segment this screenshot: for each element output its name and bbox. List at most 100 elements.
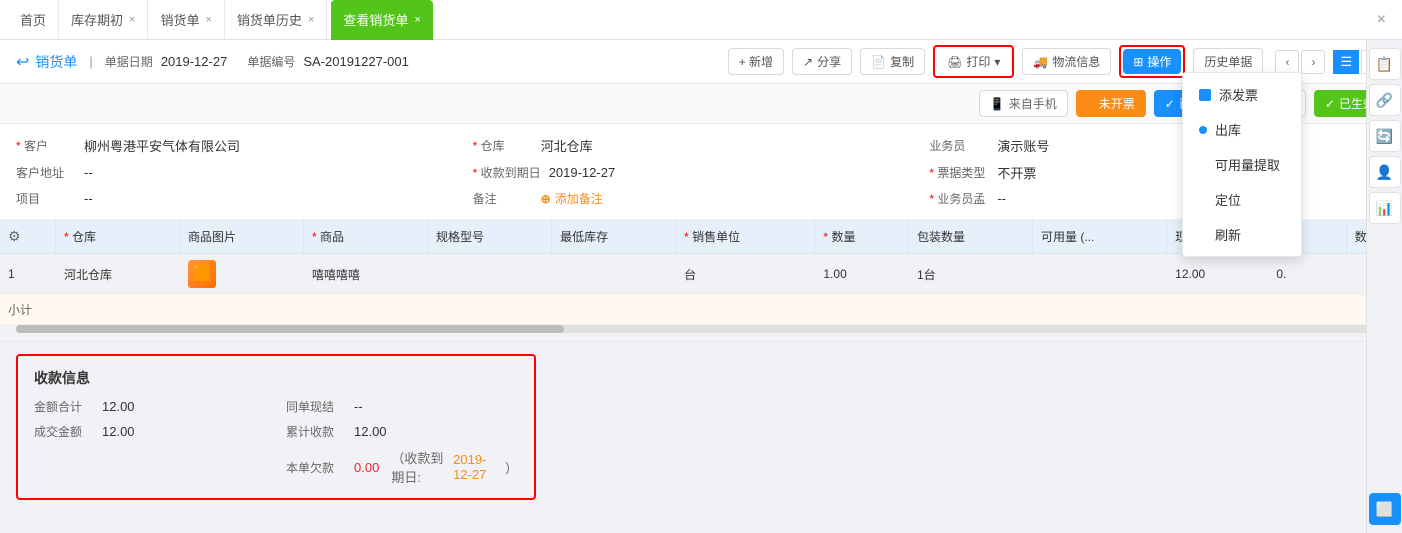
tab-home[interactable]: 首页: [8, 0, 59, 40]
sidebar-link-icon[interactable]: 🔗: [1369, 84, 1401, 116]
outbound-item[interactable]: 出库: [1183, 112, 1301, 147]
payment-section: 收款信息 金额合计 12.00 成交金额 12.00 同单现结 -- 累计收款 …: [16, 354, 536, 500]
doc-type: ↩ 销货单: [16, 52, 77, 72]
row-min-stock: [552, 254, 676, 295]
date-label: 单据日期: [105, 53, 153, 70]
add-note-button[interactable]: ⊕ 添加备注: [541, 190, 603, 207]
new-button[interactable]: + 新增: [728, 48, 784, 75]
list-view-button[interactable]: ☰: [1333, 50, 1359, 74]
history-button[interactable]: 历史单据: [1193, 48, 1263, 75]
project-label: 项目: [16, 190, 76, 207]
due-label: 本单欠款: [286, 459, 346, 476]
sidebar-rotate-icon[interactable]: 🔄: [1369, 120, 1401, 152]
payment-title: 收款信息: [34, 368, 518, 388]
due-row: 本单欠款 0.00 （收款到期日: 2019-12-27）: [286, 448, 518, 486]
sidebar-user-icon[interactable]: 👤: [1369, 156, 1401, 188]
window-close-button[interactable]: ×: [1369, 11, 1394, 29]
col-unit: 销售单位: [676, 220, 815, 254]
row-img: 🟧: [179, 254, 303, 295]
gear-icon: ⚙: [8, 228, 21, 244]
payment-date-label: 收款到期日: [473, 164, 541, 181]
invoice-icon: [1199, 89, 1211, 101]
cumulative-label: 累计收款: [286, 423, 346, 440]
settlement-label: 同单现结: [286, 398, 346, 415]
close-tab-history[interactable]: ×: [308, 14, 314, 26]
tab-sales[interactable]: 销货单 ×: [148, 0, 224, 40]
right-sidebar: 📋 🔗 🔄 👤 📊 ⬜: [1366, 40, 1402, 533]
customer-label: 客户: [16, 137, 76, 154]
sidebar-expand-icon[interactable]: ⬜: [1369, 493, 1401, 525]
row-index: 1: [0, 254, 55, 295]
warehouse-value: 河北仓库: [541, 136, 593, 155]
address-value: --: [84, 165, 93, 180]
operate-highlight: ⊞ 操作: [1119, 45, 1185, 78]
col-product: 商品: [304, 220, 428, 254]
row-current: 12.00: [1167, 254, 1268, 295]
tab-inventory[interactable]: 库存期初 ×: [59, 0, 148, 40]
col-warehouse: 仓库: [55, 220, 179, 254]
plus-icon: ⊕: [541, 192, 551, 206]
print-icon: 🖨: [947, 55, 962, 69]
address-row: 客户地址 --: [16, 159, 473, 186]
subtotal-label: 小计: [0, 295, 1402, 325]
refresh-item[interactable]: 刷新: [1183, 217, 1301, 252]
logistics-button[interactable]: 🚚 物流信息: [1022, 48, 1111, 75]
staff-value: 演示账号: [997, 136, 1049, 155]
scrollbar-thumb: [16, 325, 564, 333]
note-row: 备注 ⊕ 添加备注: [473, 186, 930, 211]
close-tab-sales[interactable]: ×: [205, 14, 211, 26]
operate-dropdown: 添发票 出库 可用量提取 定位 刷新: [1182, 72, 1302, 257]
prev-button[interactable]: ‹: [1275, 50, 1299, 74]
sidebar-edit-icon[interactable]: 📋: [1369, 48, 1401, 80]
close-tab-view-sales[interactable]: ×: [414, 14, 420, 26]
settlement-value: --: [354, 399, 363, 414]
salesman-value: --: [997, 191, 1006, 206]
operate-button[interactable]: ⊞ 操作: [1123, 49, 1181, 74]
row-product: 嘻嘻嘻嘻: [304, 254, 428, 295]
ticket-label: 票据类型: [929, 164, 989, 181]
share-button[interactable]: ↗ 分享: [792, 48, 852, 75]
cumulative-row: 累计收款 12.00: [286, 423, 518, 440]
col-pkg: 包装数量: [908, 220, 1032, 254]
truck-icon: 🚚: [1033, 55, 1048, 69]
project-row: 项目 --: [16, 186, 473, 211]
col-settings[interactable]: ⚙: [0, 220, 55, 254]
horizontal-scrollbar[interactable]: [16, 325, 1386, 333]
next-button[interactable]: ›: [1301, 50, 1325, 74]
not-open-button[interactable]: 未开票: [1076, 90, 1146, 117]
due-note-paren: （收款到期日:: [391, 448, 445, 486]
row-unit: 台: [676, 254, 815, 295]
outbound-dot: [1199, 126, 1207, 134]
add-invoice-item[interactable]: 添发票: [1183, 77, 1301, 112]
share-icon: ↗: [803, 55, 813, 69]
sales-order-icon: ↩: [16, 52, 29, 72]
warehouse-row: 仓库 河北仓库: [473, 132, 930, 159]
payment-left: 金额合计 12.00 成交金额 12.00: [34, 398, 266, 486]
transaction-value: 12.00: [102, 424, 135, 439]
check-icon: ✓: [1165, 97, 1175, 111]
staff-row: 业务员 演示账号: [929, 132, 1386, 159]
warehouse-label: 仓库: [473, 137, 533, 154]
close-tab-inventory[interactable]: ×: [129, 14, 135, 26]
available-qty-item[interactable]: 可用量提取: [1183, 147, 1301, 182]
copy-button[interactable]: 📄 复制: [860, 48, 925, 75]
project-value: --: [84, 191, 93, 206]
orange-dot: [1087, 100, 1095, 108]
locate-item[interactable]: 定位: [1183, 182, 1301, 217]
cumulative-value: 12.00: [354, 424, 387, 439]
tab-history[interactable]: 销货单历史 ×: [225, 0, 327, 40]
payment-grid: 金额合计 12.00 成交金额 12.00 同单现结 -- 累计收款 12.00…: [34, 398, 518, 486]
address-label: 客户地址: [16, 164, 76, 181]
number-label: 单据编号: [247, 53, 295, 70]
sidebar-chart-icon[interactable]: 📊: [1369, 192, 1401, 224]
dropdown-arrow: ▾: [994, 55, 1000, 69]
from-phone-button[interactable]: 📱 来自手机: [979, 90, 1068, 117]
print-button[interactable]: 🖨 打印 ▾: [937, 49, 1010, 74]
number-value: SA-20191227-001: [303, 54, 409, 69]
ticket-row: 票据类型 不开票: [929, 159, 1386, 186]
copy-icon: 📄: [871, 55, 886, 69]
print-highlight: 🖨 打印 ▾: [933, 45, 1014, 78]
amount-value: 12.00: [102, 399, 135, 414]
tab-view-sales[interactable]: 查看销货单 ×: [331, 0, 432, 40]
transaction-row: 成交金额 12.00: [34, 423, 266, 440]
